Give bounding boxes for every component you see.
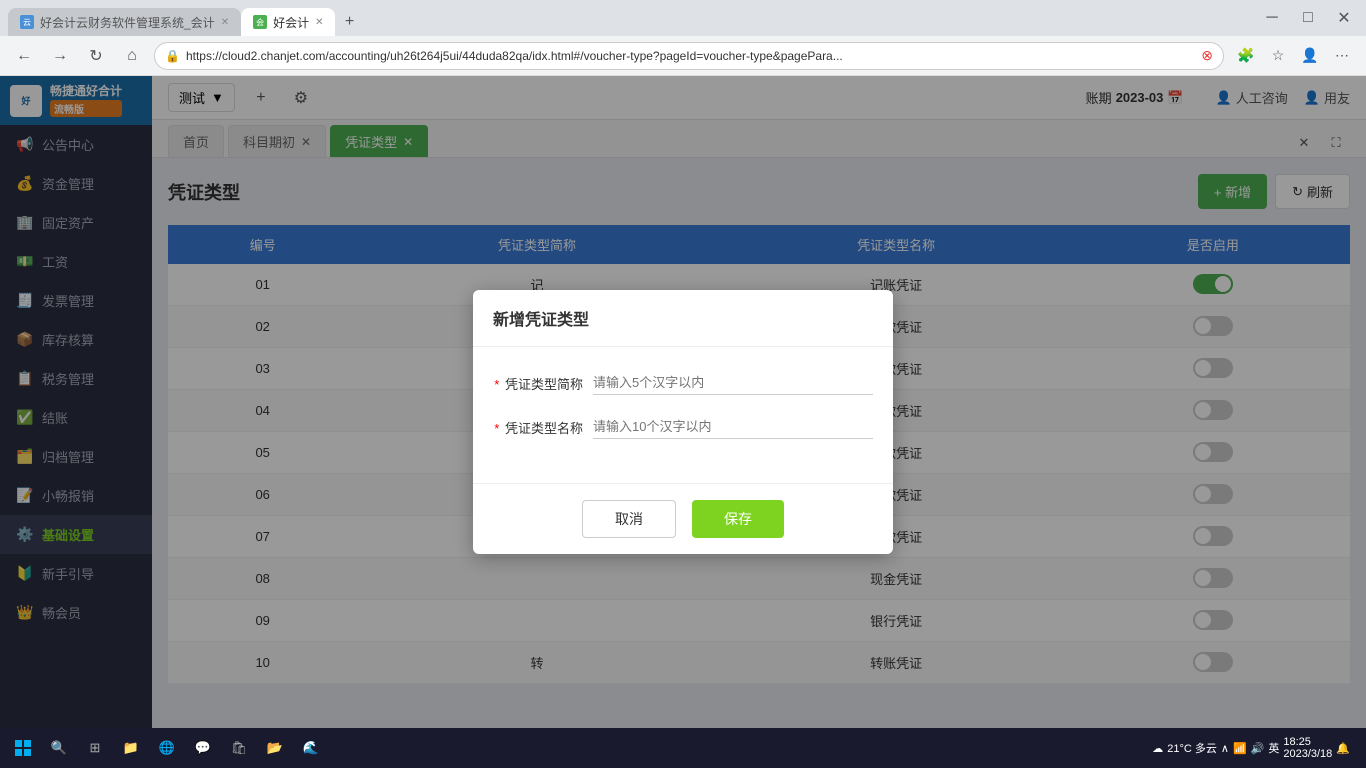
dialog-overlay: 新增凭证类型 * 凭证类型简称 * 凭证类型名称 取消 保存 xyxy=(0,76,1366,768)
taskbar-store-icon: 🛍 xyxy=(231,740,248,756)
tab-label-1: 好会计云财务软件管理系统_会计 xyxy=(40,14,215,31)
volume-icon: 🔊 xyxy=(1251,742,1265,755)
tab-favicon-2: 会 xyxy=(253,15,267,29)
taskbar-task-view[interactable]: ⊞ xyxy=(80,733,110,763)
address-bar[interactable]: 🔒 https://cloud2.chanjet.com/accounting/… xyxy=(154,42,1224,70)
close-window[interactable]: ✕ xyxy=(1330,4,1358,32)
start-button[interactable] xyxy=(8,733,38,763)
taskbar-wechat[interactable]: 💬 xyxy=(188,733,218,763)
dialog-body: * 凭证类型简称 * 凭证类型名称 xyxy=(473,347,893,483)
forward-button[interactable]: → xyxy=(46,42,74,70)
dialog-footer: 取消 保存 xyxy=(473,483,893,554)
tab-bar: 云 好会计云财务软件管理系统_会计 ✕ 会 好会计 ✕ + xyxy=(8,0,363,36)
abbr-input[interactable] xyxy=(593,371,873,395)
restore-window[interactable]: □ xyxy=(1294,4,1322,32)
taskbar-folder[interactable]: 📂 xyxy=(260,733,290,763)
tab-label-2: 好会计 xyxy=(273,14,309,31)
abbr-required-mark: * xyxy=(494,377,499,392)
browser-chrome: 云 好会计云财务软件管理系统_会计 ✕ 会 好会计 ✕ + ─ □ ✕ xyxy=(0,0,1366,36)
taskbar-search-icon: 🔍 xyxy=(51,740,67,756)
dialog-header: 新增凭证类型 xyxy=(473,290,893,347)
tab-favicon-1: 云 xyxy=(20,15,34,29)
more-icon[interactable]: ⋯ xyxy=(1328,42,1356,70)
name-input[interactable] xyxy=(593,415,873,439)
toolbar-actions: 🧩 ☆ 👤 ⋯ xyxy=(1232,42,1356,70)
weather-text: 21°C 多云 xyxy=(1167,740,1217,756)
taskbar-search[interactable]: 🔍 xyxy=(44,733,74,763)
taskbar-folder-icon: 📂 xyxy=(267,740,283,756)
profile-icon[interactable]: 👤 xyxy=(1296,42,1324,70)
extensions-icon[interactable]: 🧩 xyxy=(1232,42,1260,70)
taskbar-chrome-icon: 🌐 xyxy=(159,740,175,756)
new-tab-button[interactable]: + xyxy=(335,8,363,36)
taskbar-edge-icon: 🌊 xyxy=(303,740,319,756)
back-button[interactable]: ← xyxy=(10,42,38,70)
language-text: 英 xyxy=(1268,740,1279,756)
taskbar-wechat-icon: 💬 xyxy=(195,740,211,756)
windows-logo xyxy=(15,740,31,756)
weather-icon: ☁ xyxy=(1152,742,1163,755)
browser-tab-2[interactable]: 会 好会计 ✕ xyxy=(241,8,335,36)
abbr-label-text: 凭证类型简称 xyxy=(505,377,583,392)
form-row-abbr: * 凭证类型简称 xyxy=(493,371,873,395)
tab-close-1[interactable]: ✕ xyxy=(221,17,229,28)
bookmark-icon[interactable]: ☆ xyxy=(1264,42,1292,70)
abbr-label: * 凭证类型简称 xyxy=(493,374,593,393)
browser-toolbar: ← → ↻ ⌂ 🔒 https://cloud2.chanjet.com/acc… xyxy=(0,36,1366,76)
name-required-mark: * xyxy=(494,421,499,436)
browser-tab-1[interactable]: 云 好会计云财务软件管理系统_会计 ✕ xyxy=(8,8,241,36)
tab-close-2[interactable]: ✕ xyxy=(315,17,323,28)
save-button[interactable]: 保存 xyxy=(692,500,784,538)
taskbar-store[interactable]: 🛍 xyxy=(224,733,254,763)
security-warning: ⊗ xyxy=(1201,47,1213,64)
time-display: 18:25 2023/3/18 xyxy=(1283,736,1332,760)
url-text: https://cloud2.chanjet.com/accounting/uh… xyxy=(186,49,1197,63)
chevron-up-icon[interactable]: ∧ xyxy=(1221,742,1229,755)
home-button[interactable]: ⌂ xyxy=(118,42,146,70)
taskbar-explorer-icon: 📁 xyxy=(123,740,139,756)
taskbar-explorer[interactable]: 📁 xyxy=(116,733,146,763)
taskbar-chrome[interactable]: 🌐 xyxy=(152,733,182,763)
name-label: * 凭证类型名称 xyxy=(493,418,593,437)
dialog-title: 新增凭证类型 xyxy=(493,306,589,330)
form-row-name: * 凭证类型名称 xyxy=(493,415,873,439)
reload-button[interactable]: ↻ xyxy=(82,42,110,70)
taskbar-edge[interactable]: 🌊 xyxy=(296,733,326,763)
add-voucher-type-dialog: 新增凭证类型 * 凭证类型简称 * 凭证类型名称 取消 保存 xyxy=(473,290,893,554)
taskbar-task-view-icon: ⊞ xyxy=(90,740,101,756)
taskbar: 🔍 ⊞ 📁 🌐 💬 🛍 📂 🌊 ☁ 21°C 多云 ∧ 📶 🔊 英 18:25 … xyxy=(0,728,1366,768)
network-icon: 📶 xyxy=(1233,742,1247,755)
cancel-button[interactable]: 取消 xyxy=(582,500,676,538)
name-label-text: 凭证类型名称 xyxy=(505,421,583,436)
notification-icon[interactable]: 🔔 xyxy=(1336,742,1350,755)
minimize-window[interactable]: ─ xyxy=(1258,4,1286,32)
taskbar-tray: ☁ 21°C 多云 ∧ 📶 🔊 英 18:25 2023/3/18 🔔 xyxy=(1152,736,1358,760)
